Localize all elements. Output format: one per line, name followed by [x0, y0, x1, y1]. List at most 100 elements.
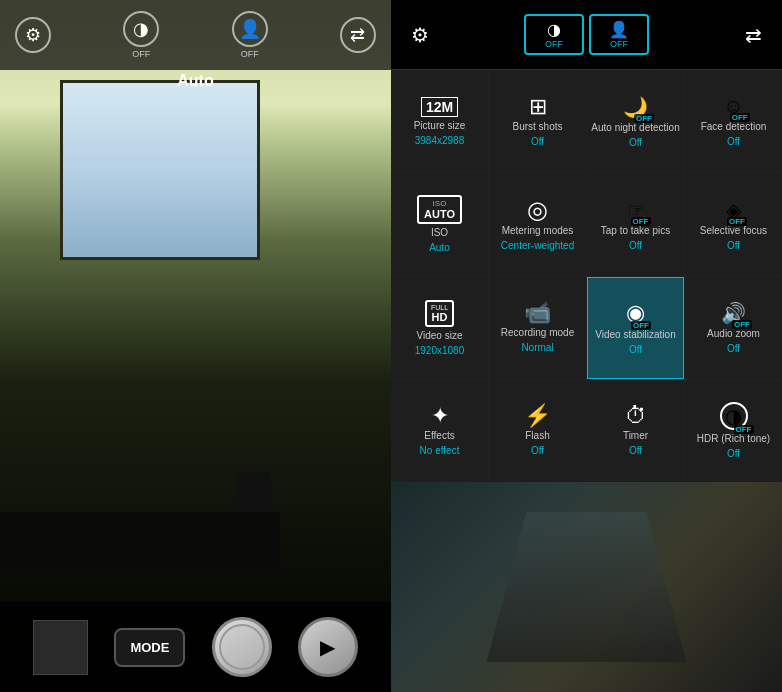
- settings-gear-button[interactable]: ⚙: [401, 16, 439, 54]
- portrait-icon: 👤: [232, 11, 268, 47]
- burst-shots-value: Off: [531, 136, 544, 147]
- window-frame: [60, 80, 260, 260]
- settings-panel: ⚙ ◑ OFF 👤 OFF ⇄ 12M Picture size 3984x29…: [391, 0, 782, 692]
- tap-label: Tap to take pics: [601, 225, 670, 237]
- hdr-label: HDR (Rich tone): [697, 433, 770, 445]
- auto-night-label: Auto night detection: [591, 122, 679, 134]
- flash-label: Flash: [525, 430, 549, 442]
- burst-shots-icon: ⊞: [529, 96, 547, 118]
- grid-cell-video-stabilization[interactable]: ◉ OFF Video stabilization Off: [587, 277, 684, 379]
- settings-icon-left[interactable]: ⚙: [15, 17, 51, 53]
- burst-shots-label: Burst shots: [512, 121, 562, 133]
- hdr-value: Off: [727, 448, 740, 459]
- photo-mode-tab[interactable]: 👤 OFF: [589, 14, 649, 55]
- hdr-off-label: OFF: [132, 49, 150, 59]
- stabilize-label: Video stabilization: [595, 329, 675, 341]
- recording-label: Recording mode: [501, 327, 574, 339]
- effects-value: No effect: [420, 445, 460, 456]
- grid-cell-audio-zoom[interactable]: 🔊 OFF Audio zoom Off: [685, 277, 782, 379]
- settings-bottom-preview: [391, 482, 782, 692]
- grid-cell-effects[interactable]: ✦ Effects No effect: [391, 380, 488, 482]
- portrait-toggle[interactable]: 👤 OFF: [232, 11, 268, 59]
- camera-top-bar: ⚙ ◑ OFF 👤 OFF ⇄: [0, 0, 391, 70]
- timer-icon: ⏱: [625, 405, 647, 427]
- auto-night-badge: 🌙 OFF: [623, 95, 648, 119]
- mode-button[interactable]: MODE: [114, 628, 185, 667]
- hdr-icon: ◑: [123, 11, 159, 47]
- iso-label: ISO: [431, 227, 448, 239]
- grid-cell-metering[interactable]: ◎ Metering modes Center-weighted: [489, 173, 586, 275]
- camera-mode-label: Auto: [0, 72, 391, 90]
- metering-label: Metering modes: [502, 225, 574, 237]
- audio-zoom-off-badge: OFF: [732, 320, 752, 329]
- effects-icon: ✦: [431, 405, 449, 427]
- hdr-toggle[interactable]: ◑ OFF: [123, 11, 159, 59]
- settings-grid: 12M Picture size 3984x2988 ⊞ Burst shots…: [391, 70, 782, 482]
- grid-cell-face-detection[interactable]: ☺ OFF Face detection Off: [685, 70, 782, 172]
- photo-tab-label: OFF: [610, 39, 628, 49]
- thumbnail-preview[interactable]: [33, 620, 88, 675]
- room-scene: [0, 0, 391, 692]
- grid-cell-hdr[interactable]: ◑ OFF HDR (Rich tone) Off: [685, 380, 782, 482]
- grid-cell-iso[interactable]: ISO AUTO ISO Auto: [391, 173, 488, 275]
- recording-value: Normal: [521, 342, 553, 353]
- switch-icon: ⇄: [340, 17, 376, 53]
- tap-off-badge: OFF: [631, 217, 651, 226]
- viewfinder: [0, 0, 391, 692]
- selective-badge: ◈ OFF: [726, 198, 741, 222]
- picture-size-label: Picture size: [414, 120, 466, 132]
- selective-off-badge: OFF: [727, 217, 747, 226]
- grid-cell-recording-mode[interactable]: 📹 Recording mode Normal: [489, 277, 586, 379]
- selective-label: Selective focus: [700, 225, 767, 237]
- camera-viewfinder-panel: ⚙ ◑ OFF 👤 OFF ⇄ Auto MODE ▶: [0, 0, 391, 692]
- video-button[interactable]: ▶: [298, 617, 358, 677]
- capture-button[interactable]: [212, 617, 272, 677]
- iso-icon: ISO AUTO: [417, 195, 462, 224]
- grid-cell-tap-to-take[interactable]: ☞ OFF Tap to take pics Off: [587, 173, 684, 275]
- face-detection-off-badge: OFF: [730, 113, 750, 122]
- video-size-label: Video size: [417, 330, 463, 342]
- tap-value: Off: [629, 240, 642, 251]
- switch-camera-button[interactable]: ⇄: [734, 16, 772, 54]
- grid-cell-auto-night[interactable]: 🌙 OFF Auto night detection Off: [587, 70, 684, 172]
- stabilize-badge: ◉ OFF: [626, 300, 645, 326]
- gear-icon[interactable]: ⚙: [15, 17, 51, 53]
- hdr-off-badge: OFF: [734, 425, 754, 434]
- video-icon: ▶: [320, 635, 335, 659]
- camera-bottom-bar: MODE ▶: [0, 602, 391, 692]
- capture-button-inner: [219, 624, 265, 670]
- stabilize-off-badge: OFF: [631, 321, 651, 330]
- picture-size-value: 3984x2988: [415, 135, 465, 146]
- auto-night-value: Off: [629, 137, 642, 148]
- photo-tab-icon: 👤: [609, 20, 629, 39]
- audio-zoom-badge: 🔊 OFF: [721, 301, 746, 325]
- video-tab-label: OFF: [545, 39, 563, 49]
- portrait-off-label: OFF: [241, 49, 259, 59]
- flash-icon: ⚡: [524, 405, 551, 427]
- grid-cell-video-size[interactable]: FULL HD Video size 1920x1080: [391, 277, 488, 379]
- hdr-badge: ◑ OFF: [720, 402, 748, 430]
- selective-value: Off: [727, 240, 740, 251]
- grid-cell-flash[interactable]: ⚡ Flash Off: [489, 380, 586, 482]
- face-detection-value: Off: [727, 136, 740, 147]
- auto-night-off-badge: OFF: [634, 114, 654, 123]
- timer-label: Timer: [623, 430, 648, 442]
- grid-cell-picture-size[interactable]: 12M Picture size 3984x2988: [391, 70, 488, 172]
- switch-camera-icon: ⇄: [745, 23, 762, 47]
- timer-value: Off: [629, 445, 642, 456]
- face-detection-badge: ☺ OFF: [723, 95, 743, 118]
- flash-value: Off: [531, 445, 544, 456]
- stabilize-value: Off: [629, 344, 642, 355]
- settings-top-bar: ⚙ ◑ OFF 👤 OFF ⇄: [391, 0, 782, 70]
- switch-camera[interactable]: ⇄: [340, 17, 376, 53]
- effects-label: Effects: [424, 430, 454, 442]
- metering-value: Center-weighted: [501, 240, 574, 251]
- grid-cell-selective-focus[interactable]: ◈ OFF Selective focus Off: [685, 173, 782, 275]
- video-size-value: 1920x1080: [415, 345, 465, 356]
- recording-icon: 📹: [524, 302, 551, 324]
- grid-cell-timer[interactable]: ⏱ Timer Off: [587, 380, 684, 482]
- video-mode-tab[interactable]: ◑ OFF: [524, 14, 584, 55]
- iso-value: Auto: [429, 242, 450, 253]
- grid-cell-burst-shots[interactable]: ⊞ Burst shots Off: [489, 70, 586, 172]
- fullhd-icon: FULL HD: [425, 300, 454, 327]
